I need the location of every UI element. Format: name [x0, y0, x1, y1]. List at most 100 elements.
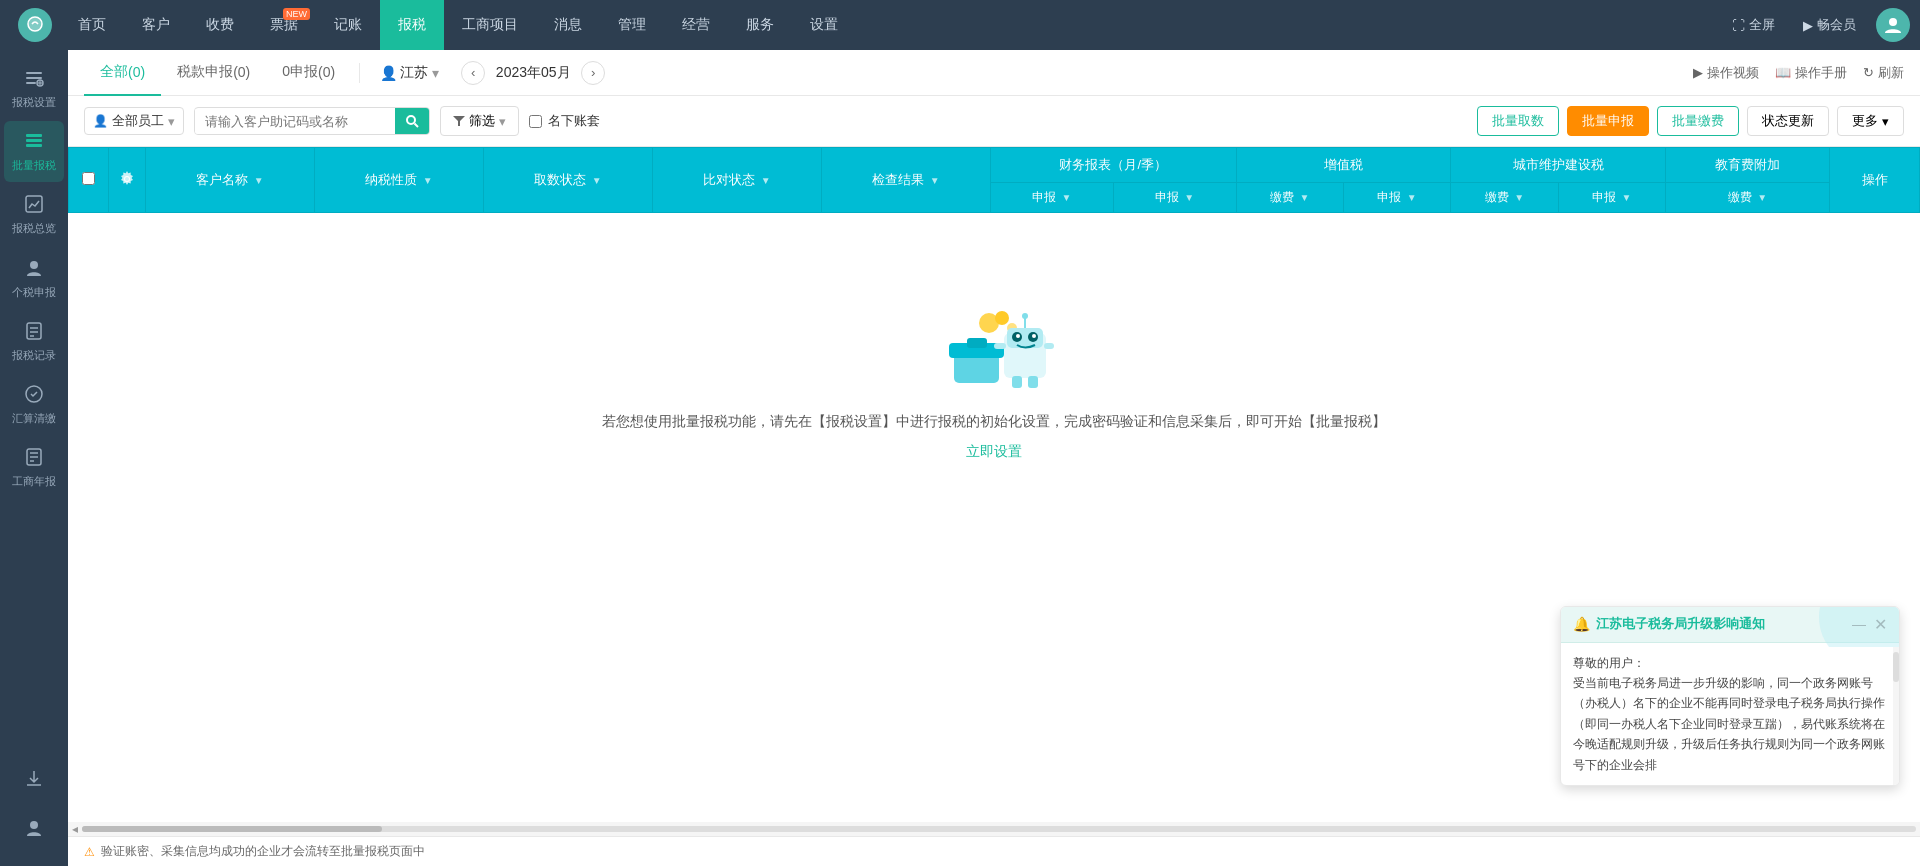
svg-point-30	[995, 311, 1009, 325]
nav-tax[interactable]: 报税	[380, 0, 444, 50]
sidebar-label-annual-report: 工商年报	[12, 475, 56, 488]
batch-declare-button[interactable]: 批量申报	[1567, 106, 1649, 136]
svg-rect-40	[1012, 376, 1022, 388]
svg-rect-1	[26, 72, 42, 74]
sidebar-item-tax-summary[interactable]: 报税总览	[4, 184, 64, 245]
th-checkbox[interactable]	[69, 148, 109, 213]
th-edu-pay: 缴费 ▼	[1666, 183, 1830, 213]
more-chevron-icon: ▾	[1882, 114, 1889, 129]
th-customer-name: 客户名称 ▼	[146, 148, 315, 213]
sort-icon-compare[interactable]: ▼	[761, 175, 771, 186]
svg-rect-39	[1044, 343, 1054, 349]
more-button[interactable]: 更多 ▾	[1837, 106, 1904, 136]
account-checkbox-label[interactable]: 名下账套	[529, 112, 600, 130]
svg-point-23	[407, 116, 415, 124]
sidebar-label-settlement: 汇算清缴	[12, 412, 56, 425]
nav-service[interactable]: 服务	[728, 0, 792, 50]
tab-zero-declare[interactable]: 0申报(0)	[266, 50, 351, 96]
scrollbar-track[interactable]	[82, 826, 1916, 832]
notif-scrollbar-track[interactable]	[1893, 647, 1899, 785]
sidebar-item-tax-settings[interactable]: 报税设置	[4, 58, 64, 119]
tab-all[interactable]: 全部(0)	[84, 50, 161, 96]
nav-home[interactable]: 首页	[60, 0, 124, 50]
svg-rect-7	[26, 134, 42, 137]
employee-chevron-icon: ▾	[168, 114, 175, 129]
month-next-button[interactable]: ›	[581, 61, 605, 85]
sort-icon-fin-declare[interactable]: ▼	[1062, 192, 1072, 203]
employee-select[interactable]: 👤 全部员工 ▾	[84, 107, 184, 135]
tab-bar: 全部(0) 税款申报(0) 0申报(0) 👤 江苏 ▾ ‹ 2023年05月 ›	[68, 50, 1920, 96]
search-box	[194, 107, 430, 135]
sort-icon-vat-declare[interactable]: ▼	[1184, 192, 1194, 203]
sort-icon-vat-pay[interactable]: ▼	[1299, 192, 1309, 203]
sidebar-item-settlement[interactable]: 汇算清缴	[4, 374, 64, 435]
nav-accounting[interactable]: 记账	[316, 0, 380, 50]
batch-fetch-button[interactable]: 批量取数	[1477, 106, 1559, 136]
video-icon: ▶	[1693, 65, 1703, 80]
svg-rect-8	[26, 139, 42, 142]
sort-icon-check[interactable]: ▼	[930, 175, 940, 186]
member-icon: ▶	[1803, 18, 1813, 33]
th-vat-declare: 申报 ▼	[1113, 183, 1236, 213]
app-logo[interactable]	[10, 0, 60, 50]
svg-rect-3	[26, 82, 36, 84]
nav-message[interactable]: 消息	[536, 0, 600, 50]
refresh-icon: ↻	[1863, 65, 1874, 80]
nav-industrial[interactable]: 工商项目	[444, 0, 536, 50]
sort-icon-city-pay[interactable]: ▼	[1514, 192, 1524, 203]
nav-fee[interactable]: 收费	[188, 0, 252, 50]
empty-state: 若您想使用批量报税功能，请先在【报税设置】中进行报税的初始化设置，完成密码验证和…	[69, 213, 1920, 521]
nav-invoice[interactable]: 票据 NEW	[252, 0, 316, 50]
nav-client[interactable]: 客户	[124, 0, 188, 50]
select-all-checkbox[interactable]	[82, 172, 95, 185]
sort-icon-customer[interactable]: ▼	[254, 175, 264, 186]
toolbar-buttons: 批量取数 批量申报 批量缴费 状态更新 更多 ▾	[1477, 106, 1904, 136]
sidebar-item-batch-tax[interactable]: 批量报税	[4, 121, 64, 182]
svg-point-43	[1022, 313, 1028, 319]
sidebar-label-personal-tax: 个税申报	[12, 286, 56, 299]
operation-manual-button[interactable]: 📖 操作手册	[1775, 64, 1847, 82]
refresh-button[interactable]: ↻ 刷新	[1863, 64, 1904, 82]
tab-tax-declare[interactable]: 税款申报(0)	[161, 50, 266, 96]
svg-line-24	[415, 124, 419, 128]
member-button[interactable]: ▶ 畅会员	[1795, 12, 1864, 38]
empty-setup-link[interactable]: 立即设置	[89, 443, 1900, 461]
th-tax-type: 纳税性质 ▼	[315, 148, 484, 213]
region-selector[interactable]: 👤 江苏 ▾	[368, 64, 451, 82]
sidebar-item-download[interactable]	[4, 758, 64, 806]
horizontal-scrollbar[interactable]: ◂	[68, 822, 1920, 836]
th-gear[interactable]	[109, 148, 146, 213]
sort-icon-city-declare[interactable]: ▼	[1407, 192, 1417, 203]
user-avatar[interactable]	[1876, 8, 1910, 42]
sidebar-item-personal-tax[interactable]: 个税申报	[4, 248, 64, 309]
status-update-button[interactable]: 状态更新	[1747, 106, 1829, 136]
sort-icon-tax-type[interactable]: ▼	[423, 175, 433, 186]
th-vat-pay: 缴费 ▼	[1236, 183, 1343, 213]
sort-icon-edu-pay[interactable]: ▼	[1757, 192, 1767, 203]
logo-icon	[18, 8, 52, 42]
sidebar-label-batch-tax: 批量报税	[12, 159, 56, 172]
nav-operation[interactable]: 经营	[664, 0, 728, 50]
month-prev-button[interactable]: ‹	[461, 61, 485, 85]
scrollbar-thumb[interactable]	[82, 826, 382, 832]
account-checkbox[interactable]	[529, 115, 542, 128]
sort-icon-edu-declare[interactable]: ▼	[1622, 192, 1632, 203]
region-chevron-icon: ▾	[432, 65, 439, 81]
filter-button[interactable]: 筛选 ▾	[440, 106, 519, 136]
toolbar: 👤 全部员工 ▾ 筛选 ▾ 名下账套 批量取数 批量申	[68, 96, 1920, 147]
batch-pay-button[interactable]: 批量缴费	[1657, 106, 1739, 136]
nav-settings[interactable]: 设置	[792, 0, 856, 50]
operation-video-button[interactable]: ▶ 操作视频	[1693, 64, 1759, 82]
settlement-icon	[24, 384, 44, 409]
search-button[interactable]	[395, 108, 429, 134]
sidebar-label-tax-settings: 报税设置	[12, 96, 56, 109]
sidebar-item-tax-records[interactable]: 报税记录	[4, 311, 64, 372]
sort-icon-fetch[interactable]: ▼	[592, 175, 602, 186]
search-input[interactable]	[195, 109, 395, 134]
sidebar-item-user-menu[interactable]	[4, 808, 64, 856]
top-navigation: 首页 客户 收费 票据 NEW 记账 报税 工商项目 消息 管理 经营 服务 设…	[0, 0, 1920, 50]
nav-management[interactable]: 管理	[600, 0, 664, 50]
notif-scrollbar-thumb[interactable]	[1893, 652, 1899, 682]
fullscreen-button[interactable]: ⛶ 全屏	[1724, 12, 1783, 38]
sidebar-item-annual-report[interactable]: 工商年报	[4, 437, 64, 498]
